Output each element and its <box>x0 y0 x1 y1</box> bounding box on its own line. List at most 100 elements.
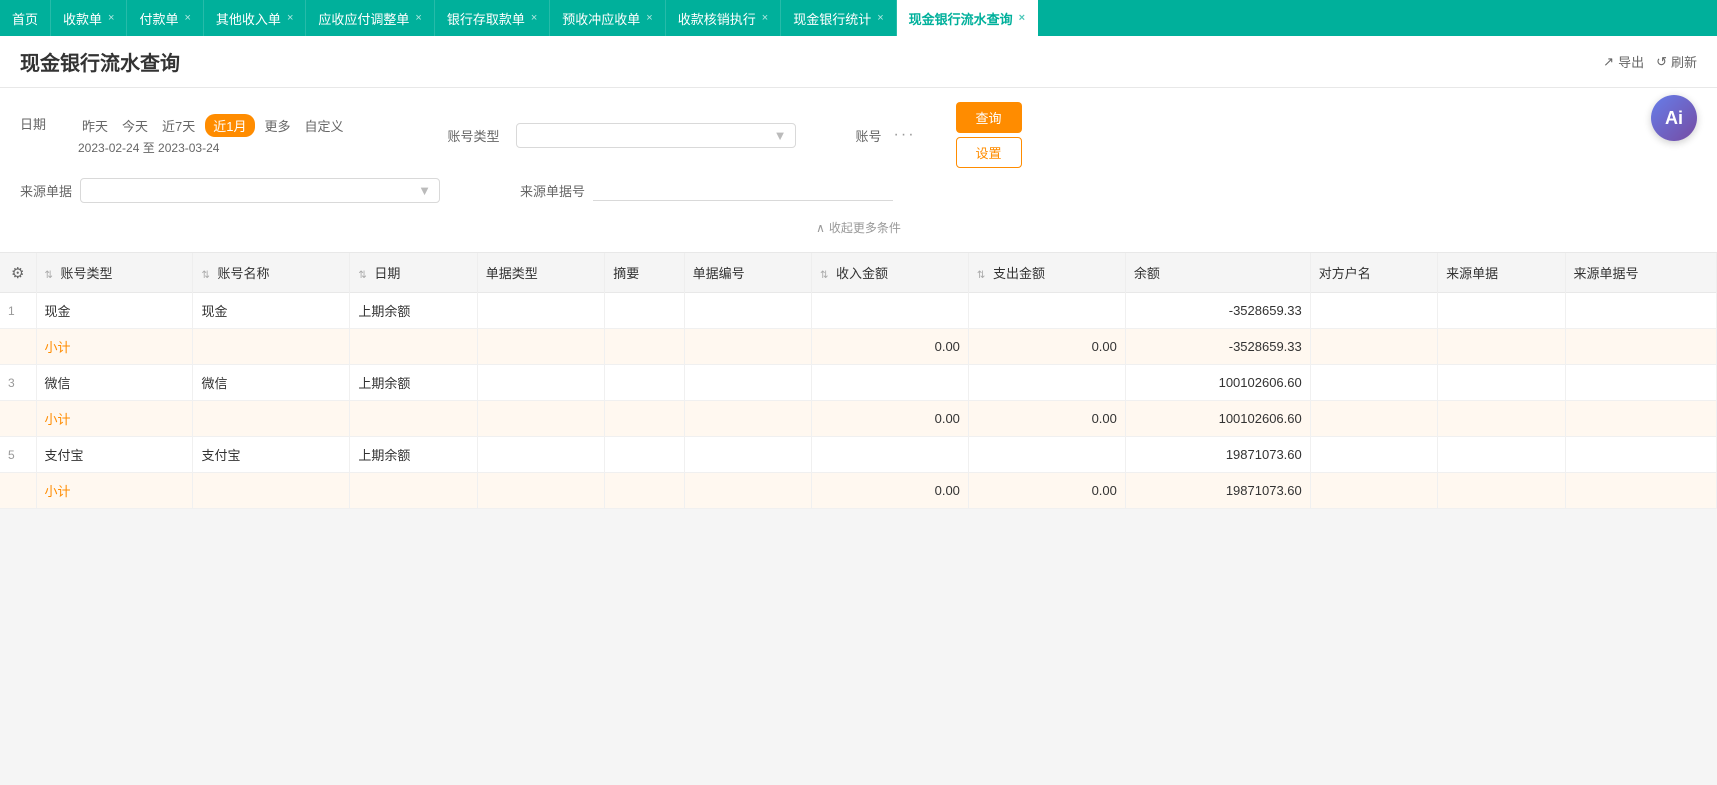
table-cell <box>1565 329 1716 365</box>
nav-tab-bank-deposit[interactable]: 银行存取款单 × <box>435 0 550 36</box>
collapse-label: 收起更多条件 <box>829 219 901 236</box>
nav-tab-advance-offset[interactable]: 预收冲应收单 × <box>550 0 665 36</box>
table-cell <box>605 365 684 401</box>
source-doc-num-input[interactable] <box>593 181 893 201</box>
nav-tab-cash-stats[interactable]: 现金银行统计 × <box>781 0 896 36</box>
account-filter: 账号 ··· <box>856 126 916 145</box>
close-other-income-icon[interactable]: × <box>287 12 293 24</box>
row-num-cell <box>0 329 36 365</box>
table-cell <box>968 437 1125 473</box>
header-actions: ↗ 导出 ↺ 刷新 <box>1603 52 1697 71</box>
row-num-cell: 1 <box>0 293 36 329</box>
close-advance-offset-icon[interactable]: × <box>646 12 652 24</box>
row-num-cell: 5 <box>0 437 36 473</box>
close-cash-stats-icon[interactable]: × <box>877 12 883 24</box>
nav-tab-home[interactable]: 首页 <box>0 0 51 36</box>
table-cell <box>811 293 968 329</box>
nav-tab-advance-offset-label: 预收冲应收单 <box>562 9 640 28</box>
date-range-display: 2023-02-24 至 2023-03-24 <box>78 139 348 156</box>
source-doc-filter: 来源单据 ▼ <box>20 178 440 203</box>
table-cell: 0.00 <box>811 401 968 437</box>
table-cell: 小计 <box>36 329 193 365</box>
data-table: ⚙ ⇅ 账号类型 ⇅ 账号名称 ⇅ 日期 单据类型 摘要 <box>0 253 1717 509</box>
nav-tab-ar-ap-adjust-label: 应收应付调整单 <box>318 9 409 28</box>
col-summary: 摘要 <box>605 253 684 293</box>
table-cell: 支付宝 <box>193 437 350 473</box>
account-type-select[interactable]: ▼ <box>516 123 796 148</box>
col-date[interactable]: ⇅ 日期 <box>350 253 477 293</box>
nav-tab-other-income[interactable]: 其他收入单 × <box>204 0 306 36</box>
table-cell: 现金 <box>193 293 350 329</box>
account-more-icon[interactable]: ··· <box>894 126 916 144</box>
date-shortcut-1month[interactable]: 近1月 <box>205 114 254 137</box>
export-button[interactable]: ↗ 导出 <box>1603 52 1644 71</box>
col-counterpart: 对方户名 <box>1310 253 1437 293</box>
ai-label: Ai <box>1665 108 1683 129</box>
table-cell <box>477 473 604 509</box>
table-cell <box>684 437 811 473</box>
table-cell: 19871073.60 <box>1125 473 1310 509</box>
table-cell <box>1310 401 1437 437</box>
account-type-filter: 账号类型 ▼ <box>448 123 796 148</box>
table-cell <box>1565 401 1716 437</box>
close-cash-flow-icon[interactable]: × <box>1019 12 1025 24</box>
col-income[interactable]: ⇅ 收入金额 <box>811 253 968 293</box>
table-cell: 上期余额 <box>350 437 477 473</box>
table-cell: 0.00 <box>811 473 968 509</box>
table-cell <box>968 293 1125 329</box>
date-shortcut-more[interactable]: 更多 <box>261 114 295 137</box>
table-cell: 0.00 <box>968 401 1125 437</box>
nav-tab-cash-flow-label: 现金银行流水查询 <box>909 9 1013 28</box>
table-cell: 微信 <box>193 365 350 401</box>
sort-income-icon: ⇅ <box>820 270 828 281</box>
table-cell <box>350 329 477 365</box>
table-cell: 小计 <box>36 473 193 509</box>
nav-tab-payment[interactable]: 付款单 × <box>127 0 203 36</box>
table-cell: 支付宝 <box>36 437 193 473</box>
date-shortcut-today[interactable]: 今天 <box>118 114 152 137</box>
ai-badge[interactable]: Ai <box>1651 95 1697 141</box>
table-cell <box>477 437 604 473</box>
table-cell <box>968 365 1125 401</box>
close-payment-icon[interactable]: × <box>184 12 190 24</box>
nav-tab-cash-flow[interactable]: 现金银行流水查询 × <box>897 0 1038 36</box>
col-expense[interactable]: ⇅ 支出金额 <box>968 253 1125 293</box>
close-ar-ap-adjust-icon[interactable]: × <box>415 12 421 24</box>
action-buttons: 查询 设置 <box>956 102 1022 168</box>
nav-tab-payment-label: 付款单 <box>139 9 178 28</box>
nav-tab-receipt[interactable]: 收款单 × <box>51 0 127 36</box>
filter-area: 日期 昨天 今天 近7天 近1月 更多 自定义 2023-02-24 至 202… <box>0 88 1717 253</box>
table-cell <box>1438 329 1565 365</box>
sort-account-name-icon: ⇅ <box>201 270 209 281</box>
table-cell <box>193 329 350 365</box>
query-button[interactable]: 查询 <box>956 102 1022 133</box>
settings-button[interactable]: 设置 <box>956 137 1022 168</box>
table-cell <box>605 293 684 329</box>
table-cell <box>684 329 811 365</box>
date-shortcut-custom[interactable]: 自定义 <box>301 114 348 137</box>
table-cell <box>1310 365 1437 401</box>
table-body: 1现金现金上期余额-3528659.33小计0.000.00-3528659.3… <box>0 293 1717 509</box>
close-writeoff-icon[interactable]: × <box>762 12 768 24</box>
table-settings-icon[interactable]: ⚙ <box>11 265 24 282</box>
date-shortcut-yesterday[interactable]: 昨天 <box>78 114 112 137</box>
source-doc-select[interactable]: ▼ <box>80 178 440 203</box>
nav-tab-writeoff[interactable]: 收款核销执行 × <box>666 0 781 36</box>
table-cell <box>477 365 604 401</box>
date-shortcut-7days[interactable]: 近7天 <box>158 114 199 137</box>
collapse-bar[interactable]: ∧ 收起更多条件 <box>20 213 1697 238</box>
col-account-type[interactable]: ⇅ 账号类型 <box>36 253 193 293</box>
page-header: 现金银行流水查询 ↗ 导出 ↺ 刷新 <box>0 36 1717 88</box>
date-label: 日期 <box>20 114 70 133</box>
close-bank-deposit-icon[interactable]: × <box>531 12 537 24</box>
close-receipt-icon[interactable]: × <box>108 12 114 24</box>
table-cell <box>350 401 477 437</box>
collapse-icon: ∧ <box>816 221 825 235</box>
refresh-button[interactable]: ↺ 刷新 <box>1656 52 1697 71</box>
table-cell: -3528659.33 <box>1125 293 1310 329</box>
table-cell <box>477 329 604 365</box>
col-account-name[interactable]: ⇅ 账号名称 <box>193 253 350 293</box>
source-doc-num-filter: 来源单据号 <box>520 181 893 201</box>
nav-tab-ar-ap-adjust[interactable]: 应收应付调整单 × <box>306 0 434 36</box>
col-settings: ⚙ <box>0 253 36 293</box>
